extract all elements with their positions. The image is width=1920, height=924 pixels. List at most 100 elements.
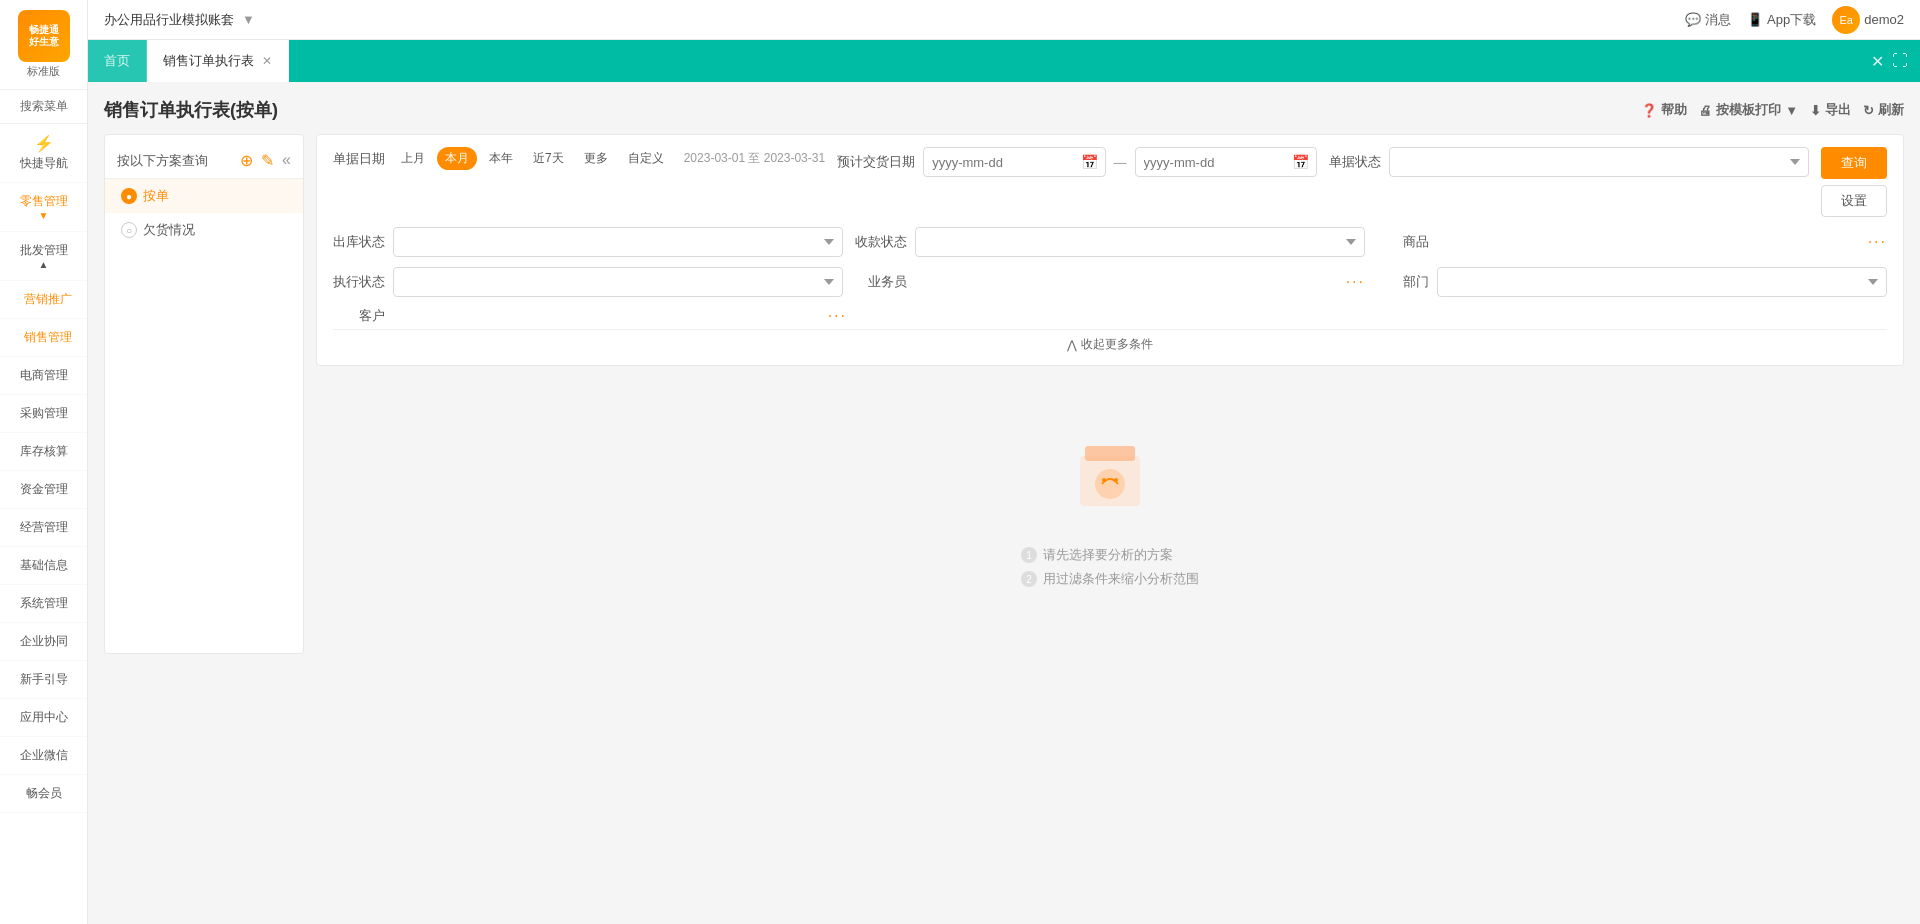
empty-state: 1 请先选择要分析的方案 2 用过滤条件来缩小分析范围 [316, 366, 1904, 654]
salesman-more-icon[interactable]: ··· [1346, 273, 1365, 291]
message-label: 消息 [1705, 11, 1731, 29]
user-button[interactable]: Ea demo2 [1832, 6, 1904, 34]
help-icon: ❓ [1641, 103, 1657, 118]
add-scheme-icon[interactable]: ⊕ [240, 151, 253, 170]
dept-select[interactable] [1437, 267, 1887, 297]
print-icon: 🖨 [1699, 103, 1712, 118]
print-button[interactable]: 🖨 按模板打印 ▼ [1699, 101, 1798, 119]
sidebar-item-marketing[interactable]: 营销推广 [0, 281, 87, 319]
goods-more-icon[interactable]: ··· [1868, 233, 1887, 251]
sidebar-item-wholesale[interactable]: 批发管理 ▲ [0, 232, 87, 281]
sidebar-item-corpwechat[interactable]: 企业微信 [0, 737, 87, 775]
delivery-date-label: 预计交货日期 [837, 153, 915, 171]
basic-label: 基础信息 [4, 557, 83, 574]
export-button[interactable]: ⬇ 导出 [1810, 101, 1851, 119]
appcenter-label: 应用中心 [4, 709, 83, 726]
date-tab-last-month[interactable]: 上月 [393, 147, 433, 170]
right-filter-area: 单据日期 上月 本月 本年 近7天 更多 自定义 2023-03-01 至 20… [316, 134, 1904, 654]
scheme-item-按单[interactable]: ● 按单 [105, 179, 303, 213]
scheme-label-欠货情况: 欠货情况 [143, 221, 195, 239]
sidebar-item-newuser[interactable]: 新手引导 [0, 661, 87, 699]
customer-more-icon[interactable]: ··· [828, 307, 847, 325]
order-status-label: 单据状态 [1329, 153, 1381, 171]
edit-scheme-icon[interactable]: ✎ [261, 151, 274, 170]
purchase-label: 采购管理 [4, 405, 83, 422]
message-button[interactable]: 💬 消息 [1685, 11, 1731, 29]
sidebar-item-appcenter[interactable]: 应用中心 [0, 699, 87, 737]
refresh-label: 刷新 [1878, 101, 1904, 119]
print-label: 按模板打印 [1716, 101, 1781, 119]
tab-home[interactable]: 首页 [88, 40, 147, 82]
query-button[interactable]: 查询 [1821, 147, 1887, 179]
calendar-from-icon[interactable]: 📅 [1081, 154, 1098, 170]
date-tab-more[interactable]: 更多 [576, 147, 616, 170]
app-download-label: App下载 [1767, 11, 1816, 29]
retail-arrow: ▼ [4, 210, 83, 221]
collapse-button[interactable]: ⋀ 收起更多条件 [1067, 336, 1153, 353]
quick-nav-label: 快捷导航 [4, 155, 83, 172]
sidebar-item-operations[interactable]: 经营管理 [0, 509, 87, 547]
tab-home-label: 首页 [104, 52, 130, 70]
main-area: 办公用品行业模拟账套 ▼ 💬 消息 📱 App下载 Ea demo2 首页 [88, 0, 1920, 924]
sidebar-search[interactable]: 搜索菜单 [0, 90, 87, 124]
svg-point-3 [1102, 478, 1106, 482]
tip-text-1: 请先选择要分析的方案 [1043, 546, 1173, 564]
content-body: 按以下方案查询 ⊕ ✎ « ● 按单 ○ 欠货情况 [104, 134, 1904, 654]
sidebar-item-purchase[interactable]: 采购管理 [0, 395, 87, 433]
tab-sales-order-label: 销售订单执行表 [163, 52, 254, 70]
exec-status-select[interactable] [393, 267, 843, 297]
sidebar-item-enterprise[interactable]: 企业协同 [0, 623, 87, 661]
scheme-item-欠货情况[interactable]: ○ 欠货情况 [105, 213, 303, 247]
sidebar-item-finance[interactable]: 资金管理 [0, 471, 87, 509]
order-status-select[interactable] [1389, 147, 1809, 177]
svg-point-4 [1114, 478, 1118, 482]
tab-sales-order[interactable]: 销售订单执行表 ✕ [147, 40, 289, 82]
delivery-date-from-input[interactable] [923, 147, 1105, 177]
svg-point-2 [1095, 469, 1125, 499]
svg-rect-1 [1085, 446, 1135, 461]
sidebar-item-quick-nav[interactable]: ⚡ 快捷导航 [0, 124, 87, 183]
header-title: 办公用品行业模拟账套 [104, 11, 234, 29]
sidebar-item-inventory[interactable]: 库存核算 [0, 433, 87, 471]
salesman-field: 业务员 ··· [855, 267, 1365, 297]
top-header: 办公用品行业模拟账套 ▼ 💬 消息 📱 App下载 Ea demo2 [88, 0, 1920, 40]
receipt-status-select[interactable] [915, 227, 1365, 257]
date-tab-custom[interactable]: 自定义 [620, 147, 672, 170]
refresh-button[interactable]: ↻ 刷新 [1863, 101, 1904, 119]
search-menu-label[interactable]: 搜索菜单 [8, 98, 79, 115]
sales-label: 销售管理 [12, 329, 83, 346]
tab-bar: 首页 销售订单执行表 ✕ ✕ ⛶ [88, 40, 1920, 82]
sidebar-item-sales[interactable]: 销售管理 [0, 319, 87, 357]
help-button[interactable]: ❓ 帮助 [1641, 101, 1687, 119]
date-tab-current-month[interactable]: 本月 [437, 147, 477, 170]
filter-panel: 单据日期 上月 本月 本年 近7天 更多 自定义 2023-03-01 至 20… [316, 134, 1904, 366]
tab-close-icon[interactable]: ✕ [262, 54, 272, 68]
date-tab-current-year[interactable]: 本年 [481, 147, 521, 170]
header-arrow[interactable]: ▼ [242, 12, 255, 27]
left-panel: 按以下方案查询 ⊕ ✎ « ● 按单 ○ 欠货情况 [104, 134, 304, 654]
calendar-to-icon[interactable]: 📅 [1292, 154, 1309, 170]
ecom-label: 电商管理 [4, 367, 83, 384]
app-download-button[interactable]: 📱 App下载 [1747, 11, 1816, 29]
tip-num-2: 2 [1021, 571, 1037, 587]
empty-illustration [1060, 426, 1160, 526]
empty-tip-2: 2 用过滤条件来缩小分析范围 [1021, 570, 1199, 588]
sidebar-item-system[interactable]: 系统管理 [0, 585, 87, 623]
settings-button[interactable]: 设置 [1821, 185, 1887, 217]
goods-field: 商品 ··· [1377, 227, 1887, 257]
sidebar-item-ecom[interactable]: 电商管理 [0, 357, 87, 395]
sidebar-item-member[interactable]: 畅会员 [0, 775, 87, 813]
sidebar-item-basic[interactable]: 基础信息 [0, 547, 87, 585]
tab-maximize-icon[interactable]: ⛶ [1892, 52, 1908, 70]
collapse-left-icon[interactable]: « [282, 151, 291, 170]
tab-close-window-icon[interactable]: ✕ [1871, 52, 1884, 71]
tip-text-2: 用过滤条件来缩小分析范围 [1043, 570, 1199, 588]
date-tab-last7[interactable]: 近7天 [525, 147, 572, 170]
sidebar-item-retail[interactable]: 零售管理 ▼ [0, 183, 87, 232]
out-status-select[interactable] [393, 227, 843, 257]
avatar: Ea [1832, 6, 1860, 34]
customer-label: 客户 [333, 307, 385, 325]
delivery-date-to-input[interactable] [1135, 147, 1317, 177]
content-area: 销售订单执行表(按单) ❓ 帮助 🖨 按模板打印 ▼ ⬇ 导出 ↻ 刷新 [88, 82, 1920, 924]
date-range-text: 2023-03-01 至 2023-03-31 [684, 150, 825, 167]
